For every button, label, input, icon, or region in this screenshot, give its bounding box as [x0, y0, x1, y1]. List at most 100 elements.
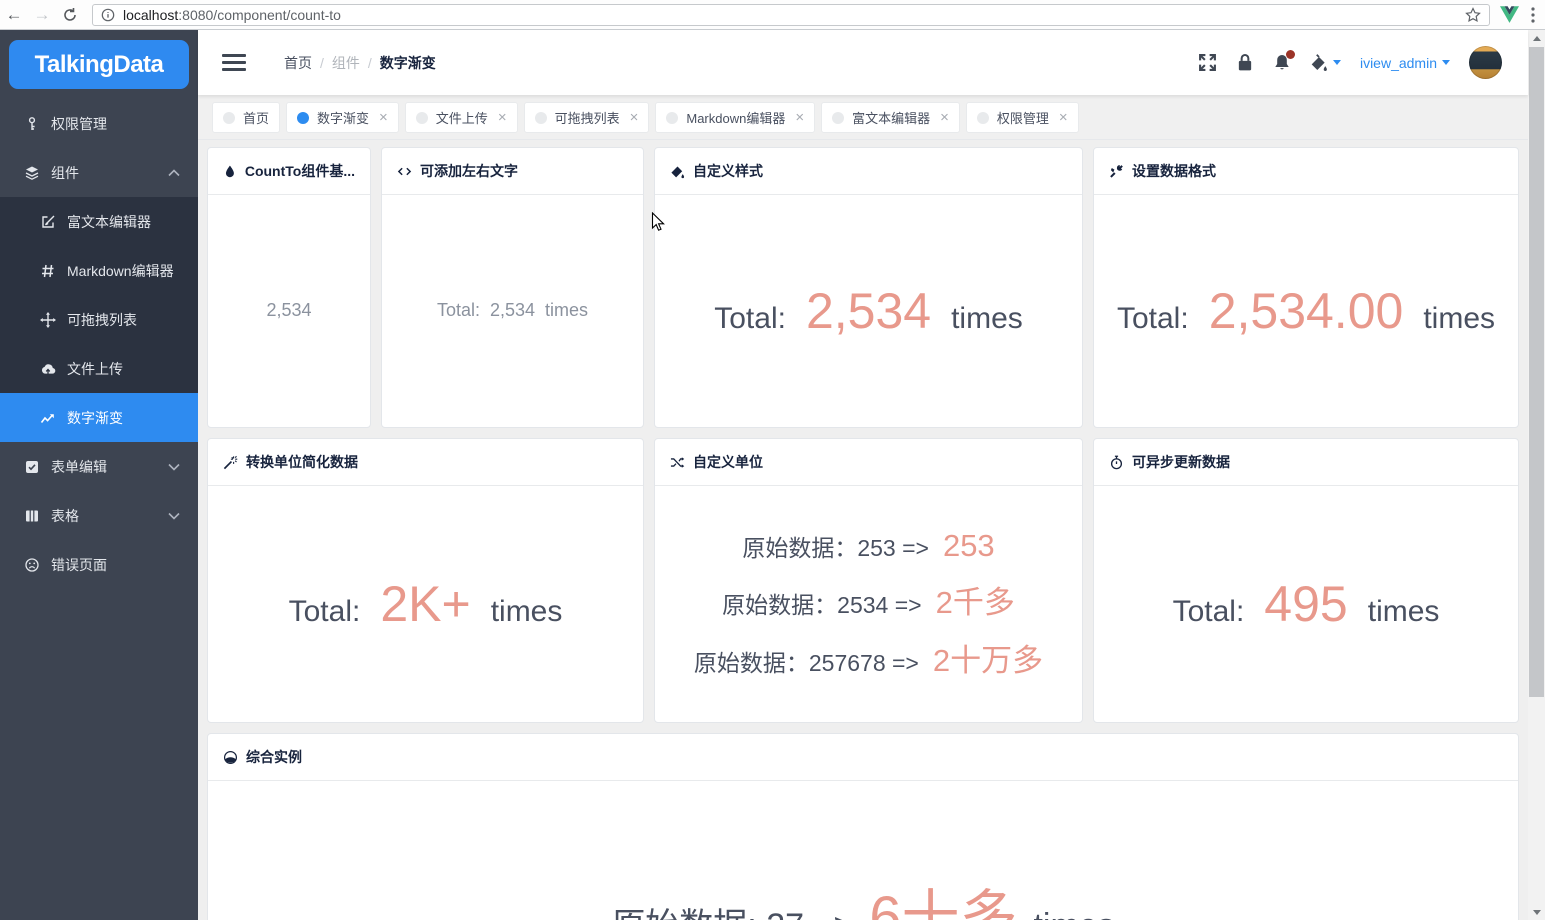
- chevron-down-icon: [1442, 60, 1450, 65]
- breadcrumb-current: 数字渐变: [379, 54, 436, 71]
- theme-switcher[interactable]: [1310, 53, 1341, 72]
- code-icon: [397, 167, 412, 175]
- tag-label: Markdown编辑器: [686, 111, 786, 126]
- stopwatch-icon: [1110, 455, 1123, 469]
- count-display: 原始数据: 27 => 6十多 times: [611, 885, 1114, 920]
- card-data-format: 设置数据格式 Total: 2,534.00 times: [1093, 147, 1519, 428]
- card-title: 可异步更新数据: [1094, 439, 1518, 486]
- address-bar[interactable]: localhost:8080/component/count-to: [92, 3, 1490, 26]
- components-submenu: 富文本编辑器 Markdown编辑器 可拖拽列表 文件上传 数字渐变: [0, 197, 198, 442]
- chevron-down-icon: [168, 463, 180, 471]
- close-icon[interactable]: [940, 110, 949, 125]
- tag-draggable[interactable]: 可拖拽列表: [523, 102, 650, 133]
- lock-icon[interactable]: [1236, 53, 1254, 72]
- username-label: iview_admin: [1359, 54, 1437, 71]
- pound-icon: [42, 264, 54, 277]
- card-countto-basic: CountTo组件基... 2,534: [207, 147, 371, 428]
- tag-label: 首页: [243, 111, 270, 126]
- close-icon[interactable]: [1059, 110, 1068, 125]
- tag-label: 富文本编辑器: [852, 111, 931, 126]
- tag-count-to[interactable]: 数字渐变: [286, 102, 399, 133]
- tag-dot: [415, 111, 428, 124]
- trending-up-icon: [40, 413, 54, 423]
- layers-icon: [25, 166, 39, 180]
- card-title: 自定义单位: [655, 439, 1082, 486]
- bookmark-star-icon[interactable]: [1465, 6, 1481, 23]
- sidebar-item-label: 富文本编辑器: [67, 213, 151, 230]
- scrollbar-thumb[interactable]: [1529, 47, 1544, 697]
- count-display: Total: 2,534 times: [714, 282, 1023, 339]
- paint-bucket-icon: [1311, 53, 1327, 71]
- sidebar-item-label: 错误页面: [51, 556, 107, 573]
- sidebar-item-label: 可拖拽列表: [67, 311, 137, 328]
- breadcrumb-separator: /: [320, 54, 324, 71]
- back-icon[interactable]: ←: [0, 5, 28, 25]
- sidebar-item-components[interactable]: 组件: [0, 148, 198, 197]
- refresh-icon[interactable]: [56, 7, 84, 23]
- chevron-down-icon: [1332, 60, 1341, 65]
- tag-upload[interactable]: 文件上传: [404, 102, 518, 133]
- logo[interactable]: TalkingData: [9, 40, 189, 89]
- app-header: 首页 / 组件 / 数字渐变 iview_admin: [198, 30, 1528, 95]
- count-display: Total: 495 times: [1172, 575, 1440, 632]
- count-display: Total: 2,534 times: [436, 300, 589, 320]
- tag-dot: [534, 111, 547, 124]
- count-display: Total: 2,534.00 times: [1116, 282, 1496, 339]
- sidebar-item-error-page[interactable]: 错误页面: [0, 540, 198, 589]
- vue-devtools-icon[interactable]: [1500, 6, 1519, 23]
- card-custom-unit: 自定义单位 原始数据：253 => 253 原始数据：2534 => 2千多 原…: [654, 438, 1083, 723]
- card-title: 可添加左右文字: [382, 148, 643, 195]
- notification-bell-icon[interactable]: [1273, 50, 1295, 72]
- tag-dot: [223, 111, 235, 124]
- tag-home[interactable]: 首页: [212, 102, 281, 133]
- breadcrumb-separator: /: [367, 54, 372, 71]
- sidebar-item-rich-editor[interactable]: 富文本编辑器: [0, 197, 198, 246]
- tools-icon: [1110, 164, 1123, 178]
- tag-permission[interactable]: 权限管理: [965, 102, 1079, 133]
- sidebar-item-form-edit[interactable]: 表单编辑: [0, 442, 198, 491]
- main-area: 首页 / 组件 / 数字渐变 iview_admin 首页 数字渐变 × 文件上…: [198, 30, 1528, 920]
- sidebar-item-permission[interactable]: 权限管理: [0, 99, 198, 148]
- scrollbar-down-arrow[interactable]: [1528, 904, 1545, 920]
- close-icon[interactable]: [498, 110, 507, 125]
- sidebar-item-label: 文件上传: [67, 360, 123, 377]
- page-info-icon[interactable]: [101, 8, 115, 22]
- chevron-down-icon: [168, 512, 180, 520]
- hamburger-menu-icon[interactable]: [222, 50, 246, 75]
- checkbox-icon: [26, 460, 38, 473]
- unit-row: 原始数据：2534 => 2千多: [722, 584, 1015, 620]
- tag-dot: [832, 111, 845, 124]
- breadcrumb-home[interactable]: 首页: [284, 53, 312, 73]
- close-icon[interactable]: [379, 110, 388, 125]
- sidebar-item-upload[interactable]: 文件上传: [0, 344, 198, 393]
- tag-label: 可拖拽列表: [554, 111, 620, 126]
- user-dropdown[interactable]: iview_admin: [1360, 55, 1450, 71]
- sidebar-item-markdown[interactable]: Markdown编辑器: [0, 246, 198, 295]
- tag-dot: [666, 111, 679, 124]
- close-icon[interactable]: [630, 110, 639, 125]
- card-title: CountTo组件基...: [208, 148, 370, 195]
- scrollbar-up-arrow[interactable]: [1528, 30, 1545, 46]
- card-custom-style: 自定义样式 Total: 2,534 times: [654, 147, 1083, 428]
- sad-face-icon: [25, 557, 39, 572]
- forward-icon[interactable]: →: [28, 5, 56, 25]
- table-grid-icon: [26, 510, 38, 521]
- sidebar-item-count-to[interactable]: 数字渐变: [0, 393, 198, 442]
- tag-rich-editor[interactable]: 富文本编辑器: [821, 102, 960, 133]
- tag-markdown[interactable]: Markdown编辑器: [655, 102, 816, 133]
- browser-menu-icon[interactable]: [1531, 6, 1535, 23]
- breadcrumb: 首页 / 组件 / 数字渐变: [284, 53, 436, 73]
- move-arrows-icon: [40, 311, 56, 328]
- planet-icon: [223, 750, 238, 764]
- breadcrumb-section[interactable]: 组件: [332, 53, 360, 73]
- sidebar-item-table[interactable]: 表格: [0, 491, 198, 540]
- card-title: 综合实例: [208, 734, 1518, 781]
- page-content: CountTo组件基... 2,534 可添加左右文字 Total: 2,534 t…: [198, 140, 1528, 920]
- waterdrop-icon: [225, 165, 234, 177]
- fullscreen-icon[interactable]: [1198, 53, 1217, 72]
- sidebar-item-draggable[interactable]: 可拖拽列表: [0, 295, 198, 344]
- avatar[interactable]: [1469, 46, 1502, 79]
- vertical-scrollbar[interactable]: [1528, 30, 1545, 920]
- tag-label: 文件上传: [435, 111, 488, 126]
- close-icon[interactable]: [795, 110, 804, 125]
